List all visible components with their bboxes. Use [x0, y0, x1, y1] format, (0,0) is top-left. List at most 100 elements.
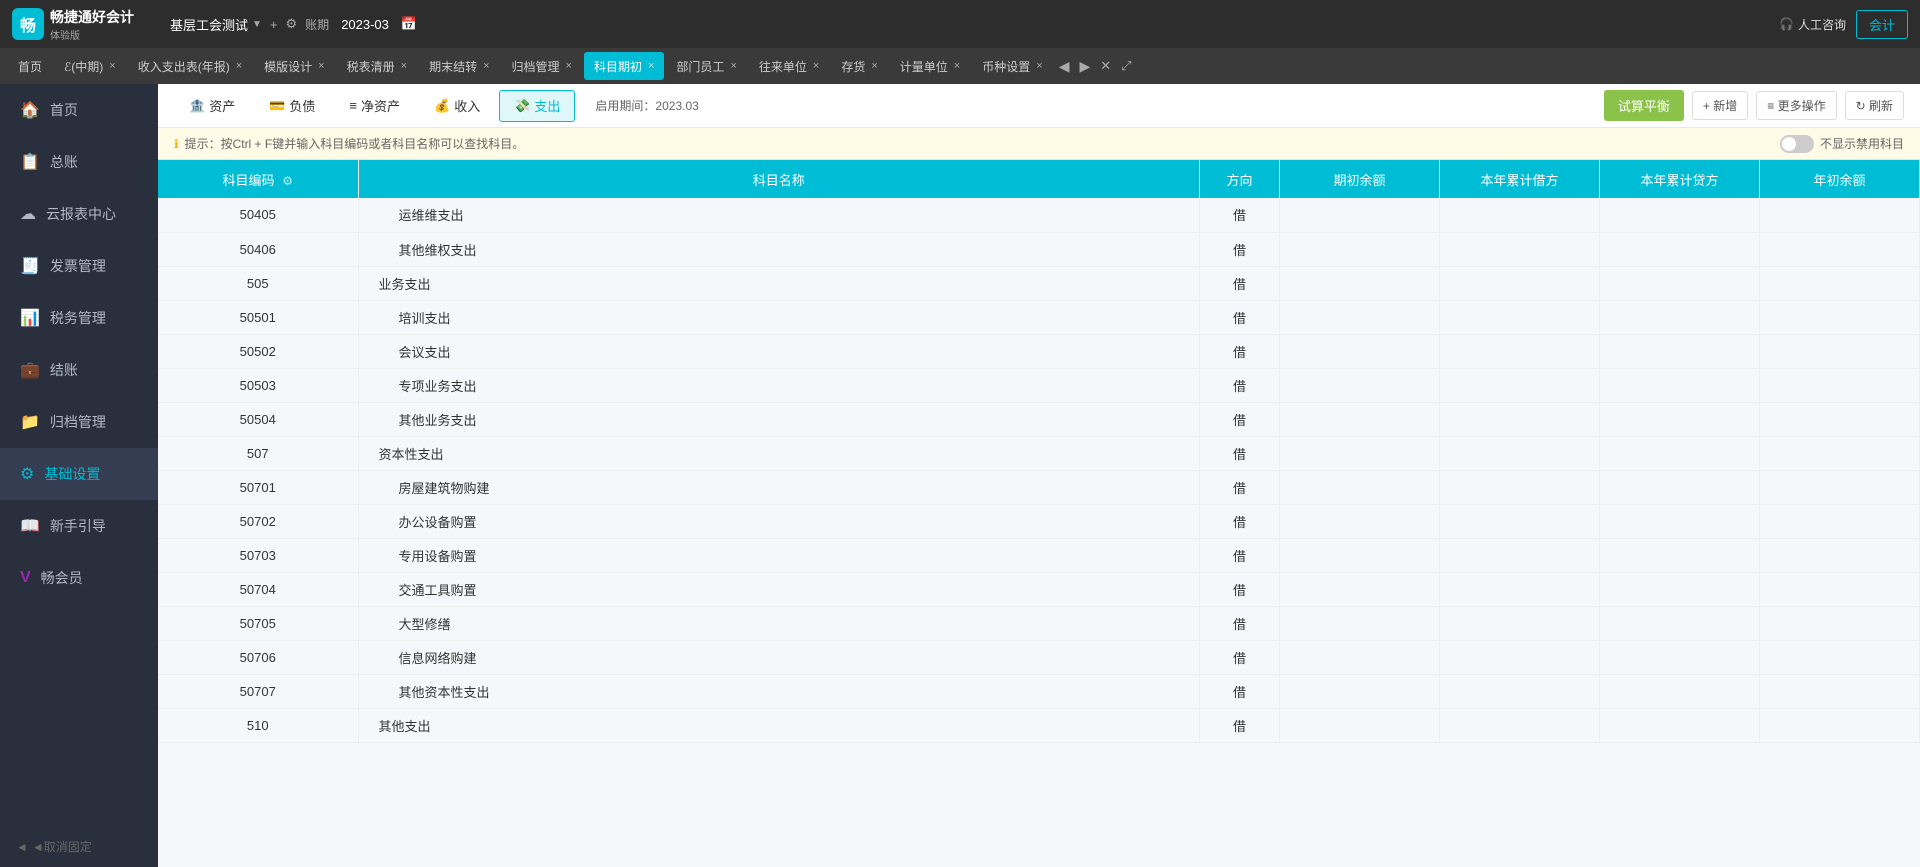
- tab-close-icon[interactable]: ×: [954, 60, 960, 72]
- add-icon[interactable]: +: [270, 17, 278, 32]
- table-row[interactable]: 50503专项业务支出借: [158, 368, 1920, 402]
- cell-name: 办公设备购置: [358, 504, 1200, 538]
- tab-label: 部门员工: [676, 58, 724, 75]
- table-row[interactable]: 50702办公设备购置借: [158, 504, 1920, 538]
- tab-close-icon[interactable]: ×: [109, 60, 115, 72]
- sub-tab-income[interactable]: 💰 收入: [419, 90, 495, 122]
- sidebar-item-member[interactable]: V 畅会员: [0, 552, 158, 604]
- sub-tab-net-asset[interactable]: ≡ 净资产: [334, 90, 415, 122]
- sidebar-collapse-button[interactable]: ◄ ◄取消固定: [0, 826, 158, 867]
- tab-inventory[interactable]: 存货 ×: [831, 52, 887, 80]
- tab-expand-icon[interactable]: ⤢: [1117, 58, 1135, 74]
- add-button[interactable]: + 新增: [1692, 91, 1748, 120]
- tab-close-icon[interactable]: ×: [730, 60, 736, 72]
- table-row[interactable]: 50405运维维支出借: [158, 198, 1920, 232]
- tab-close-icon[interactable]: ×: [483, 60, 489, 72]
- archive-icon: 📁: [20, 412, 40, 432]
- tab-currency[interactable]: 币种设置 ×: [972, 52, 1052, 80]
- tab-nav-right-icon[interactable]: ▶: [1075, 58, 1094, 75]
- tab-close-icon[interactable]: ×: [871, 60, 877, 72]
- logo-text: 畅捷通好会计: [50, 7, 134, 27]
- tab-close-all-icon[interactable]: ✕: [1096, 58, 1115, 74]
- cell-direction: 借: [1200, 198, 1280, 232]
- tab-archive[interactable]: 归档管理 ×: [502, 52, 582, 80]
- tab-home[interactable]: 首页: [8, 52, 52, 80]
- cell-code: 505: [158, 266, 358, 300]
- cell-credit: [1600, 572, 1760, 606]
- table-container[interactable]: 科目编码 ⚙ 科目名称 方向 期初余额 本年累计借方: [158, 160, 1920, 867]
- sidebar-item-tax[interactable]: 📊 税务管理: [0, 292, 158, 344]
- toggle-disabled-switch[interactable]: 不显示禁用科目: [1780, 135, 1904, 153]
- settings-icon[interactable]: ⚙: [286, 16, 298, 32]
- company-area[interactable]: 基层工会测试 ▼ + ⚙: [170, 15, 297, 34]
- sidebar-item-cloud-reports[interactable]: ☁ 云报表中心: [0, 188, 158, 240]
- table-row[interactable]: 50406其他维权支出借: [158, 232, 1920, 266]
- sidebar-item-home[interactable]: 🏠 首页: [0, 84, 158, 136]
- cell-balance: [1280, 674, 1440, 708]
- cell-balance: [1280, 504, 1440, 538]
- cell-year-balance: [1760, 436, 1920, 470]
- sidebar-item-ledger[interactable]: 📋 总账: [0, 136, 158, 188]
- cell-credit: [1600, 606, 1760, 640]
- table-row[interactable]: 50707其他资本性支出借: [158, 674, 1920, 708]
- sub-tab-asset[interactable]: 🏦 资产: [174, 90, 250, 122]
- tab-close-icon[interactable]: ×: [401, 60, 407, 72]
- table-row[interactable]: 510其他支出借: [158, 708, 1920, 742]
- cell-debit: [1440, 402, 1600, 436]
- tab-annual-report[interactable]: 收入支出表(年报) ×: [128, 52, 252, 80]
- sidebar-item-archive[interactable]: 📁 归档管理: [0, 396, 158, 448]
- tab-measure-unit[interactable]: 计量单位 ×: [890, 52, 970, 80]
- switch-track[interactable]: [1780, 135, 1814, 153]
- tab-label: 期末结转: [429, 58, 477, 75]
- tab-close-icon[interactable]: ×: [318, 60, 324, 72]
- tab-close-icon[interactable]: ×: [236, 60, 242, 72]
- tab-tax-list[interactable]: 税表清册 ×: [337, 52, 417, 80]
- headset-icon: 🎧: [1779, 17, 1794, 31]
- table-row[interactable]: 50502会议支出借: [158, 334, 1920, 368]
- tab-template[interactable]: 模版设计 ×: [254, 52, 334, 80]
- tab-close-icon[interactable]: ×: [566, 60, 572, 72]
- table-row[interactable]: 50504其他业务支出借: [158, 402, 1920, 436]
- table-row[interactable]: 507资本性支出借: [158, 436, 1920, 470]
- tab-subject-init[interactable]: 科目期初 ×: [584, 52, 664, 80]
- tab-close-icon[interactable]: ×: [1036, 60, 1042, 72]
- toggle-label: 不显示禁用科目: [1820, 135, 1904, 152]
- tab-dept-staff[interactable]: 部门员工 ×: [666, 52, 746, 80]
- logo-sub: 体验版: [50, 27, 134, 42]
- calc-balance-button[interactable]: 试算平衡: [1604, 90, 1684, 121]
- tab-close-icon[interactable]: ×: [648, 60, 654, 72]
- sidebar-item-guide[interactable]: 📖 新手引导: [0, 500, 158, 552]
- tab-close-icon[interactable]: ×: [813, 60, 819, 72]
- cell-direction: 借: [1200, 572, 1280, 606]
- cell-name: 房屋建筑物购建: [358, 470, 1200, 504]
- cell-name: 运维维支出: [358, 198, 1200, 232]
- tab-period-end[interactable]: 期末结转 ×: [419, 52, 499, 80]
- cell-code: 50703: [158, 538, 358, 572]
- tab-clients[interactable]: 往来单位 ×: [749, 52, 829, 80]
- tab-interim[interactable]: ℰ(中期) ×: [54, 52, 126, 80]
- sidebar-item-close-account[interactable]: 💼 结账: [0, 344, 158, 396]
- sub-tab-liability[interactable]: 💳 负债: [254, 90, 330, 122]
- refresh-button[interactable]: ↻ 刷新: [1845, 91, 1904, 120]
- sidebar-item-invoice[interactable]: 🧾 发票管理: [0, 240, 158, 292]
- cell-direction: 借: [1200, 334, 1280, 368]
- table-row[interactable]: 50705大型修缮借: [158, 606, 1920, 640]
- table-row[interactable]: 50706信息网络购建借: [158, 640, 1920, 674]
- cell-balance: [1280, 606, 1440, 640]
- column-settings-icon[interactable]: ⚙: [282, 174, 293, 188]
- more-button[interactable]: ≡ 更多操作: [1756, 91, 1836, 120]
- sub-tab-expense[interactable]: 💸 支出: [499, 90, 575, 122]
- table-row[interactable]: 50703专用设备购置借: [158, 538, 1920, 572]
- cell-year-balance: [1760, 266, 1920, 300]
- table-row[interactable]: 50701房屋建筑物购建借: [158, 470, 1920, 504]
- cell-direction: 借: [1200, 606, 1280, 640]
- table-row[interactable]: 505业务支出借: [158, 266, 1920, 300]
- tab-nav-left-icon[interactable]: ◀: [1055, 58, 1074, 75]
- guide-icon: 📖: [20, 516, 40, 536]
- sidebar-item-settings[interactable]: ⚙ 基础设置: [0, 448, 158, 500]
- calendar-icon[interactable]: 📅: [401, 16, 417, 32]
- table-row[interactable]: 50704交通工具购置借: [158, 572, 1920, 606]
- service-button[interactable]: 🎧 人工咨询: [1779, 16, 1846, 33]
- account-button[interactable]: 会计: [1856, 10, 1908, 39]
- table-row[interactable]: 50501培训支出借: [158, 300, 1920, 334]
